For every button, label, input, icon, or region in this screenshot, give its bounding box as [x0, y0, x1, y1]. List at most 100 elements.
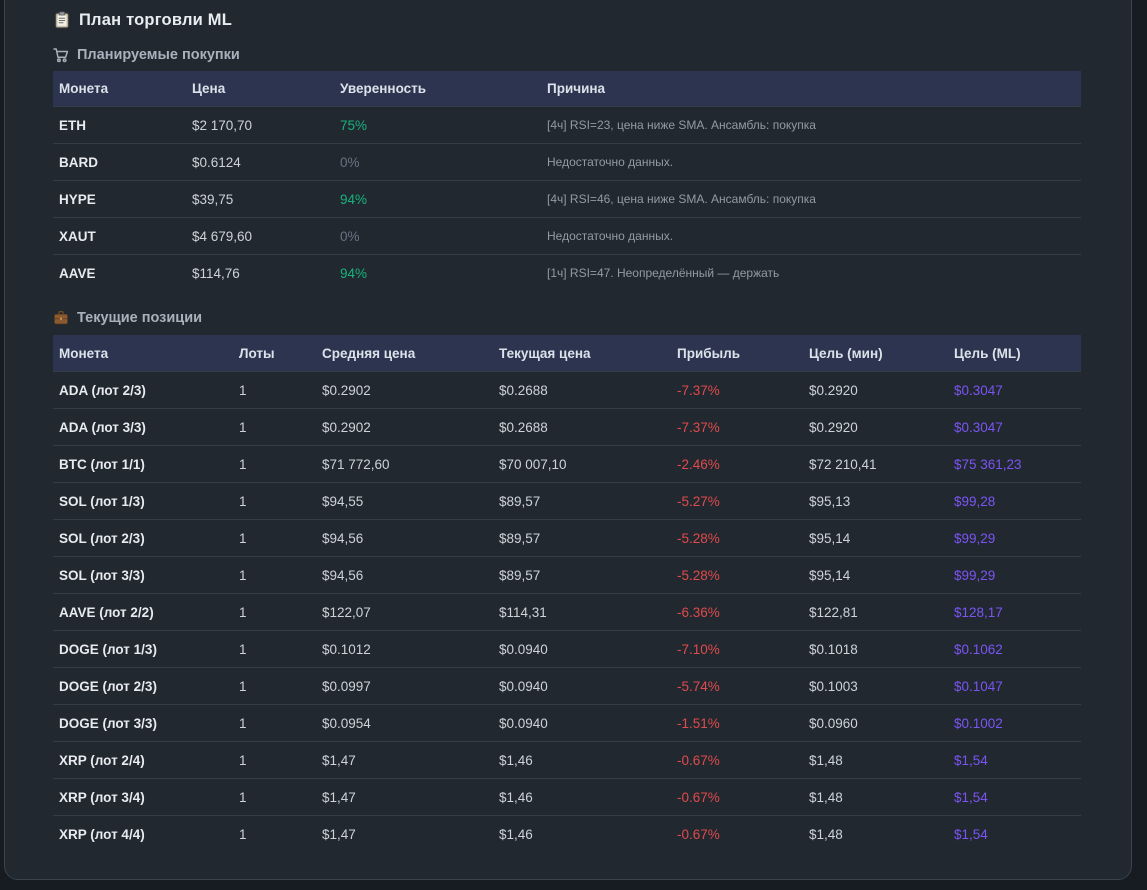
table-row: SOL (лот 2/3) 1 $94,56 $89,57 -5.28% $95…: [53, 519, 1081, 557]
target-min-cell: $95,13: [803, 482, 948, 520]
target-ml-cell: $99,29: [948, 556, 1081, 594]
table-row: ETH $2 170,70 75% [4ч] RSI=23, цена ниже…: [53, 106, 1081, 144]
profit-cell: -2.46%: [671, 445, 803, 483]
table-row: XRP (лот 4/4) 1 $1,47 $1,46 -0.67% $1,48…: [53, 815, 1081, 852]
table-row: SOL (лот 3/3) 1 $94,56 $89,57 -5.28% $95…: [53, 556, 1081, 594]
coin-cell: SOL (лот 3/3): [53, 556, 233, 594]
profit-cell: -5.74%: [671, 667, 803, 705]
lots-cell: 1: [233, 556, 316, 594]
target-ml-cell: $75 361,23: [948, 445, 1081, 483]
cur-price-cell: $0.2688: [493, 408, 671, 446]
reason-cell: Недостаточно данных.: [541, 217, 1081, 255]
reason-cell: [4ч] RSI=23, цена ниже SMA. Ансамбль: по…: [541, 106, 1081, 144]
coin-cell: SOL (лот 2/3): [53, 519, 233, 557]
target-ml-cell: $0.3047: [948, 371, 1081, 409]
lots-cell: 1: [233, 519, 316, 557]
lots-cell: 1: [233, 371, 316, 409]
profit-cell: -7.37%: [671, 408, 803, 446]
table-row: XRP (лот 3/4) 1 $1,47 $1,46 -0.67% $1,48…: [53, 778, 1081, 816]
col-reason: Причина: [547, 81, 606, 96]
positions-header-row: Монета Лоты Средняя цена Текущая цена Пр…: [53, 335, 1081, 372]
price-cell: $0.6124: [186, 143, 334, 181]
coin-cell: ADA (лот 3/3): [53, 408, 233, 446]
avg-price-cell: $1,47: [316, 741, 493, 779]
purchases-header-row: Монета Цена Уверенность Причина: [53, 71, 1081, 107]
coin-cell: XRP (лот 2/4): [53, 741, 233, 779]
profit-cell: -5.28%: [671, 519, 803, 557]
confidence-cell: 75%: [334, 106, 541, 144]
coin-cell: DOGE (лот 3/3): [53, 704, 233, 742]
cur-price-cell: $0.0940: [493, 704, 671, 742]
avg-price-cell: $0.0997: [316, 667, 493, 705]
reason-cell: Недостаточно данных.: [541, 143, 1081, 181]
table-row: DOGE (лот 1/3) 1 $0.1012 $0.0940 -7.10% …: [53, 630, 1081, 668]
target-ml-cell: $1,54: [948, 815, 1081, 852]
positions-table: Монета Лоты Средняя цена Текущая цена Пр…: [53, 335, 1081, 852]
profit-cell: -0.67%: [671, 741, 803, 779]
panel-title-row: План торговли ML: [53, 9, 1083, 31]
lots-cell: 1: [233, 482, 316, 520]
avg-price-cell: $94,56: [316, 556, 493, 594]
target-ml-cell: $1,54: [948, 741, 1081, 779]
target-ml-cell: $99,28: [948, 482, 1081, 520]
target-ml-cell: $0.3047: [948, 408, 1081, 446]
confidence-cell: 0%: [334, 217, 541, 255]
confidence-cell: 94%: [334, 254, 541, 291]
coin-cell: AAVE (лот 2/2): [53, 593, 233, 631]
avg-price-cell: $71 772,60: [316, 445, 493, 483]
cur-price-cell: $1,46: [493, 741, 671, 779]
profit-cell: -0.67%: [671, 778, 803, 816]
lots-cell: 1: [233, 741, 316, 779]
profit-cell: -6.36%: [671, 593, 803, 631]
target-min-cell: $72 210,41: [803, 445, 948, 483]
coin-cell: XRP (лот 4/4): [53, 815, 233, 852]
coin-cell: XRP (лот 3/4): [53, 778, 233, 816]
cur-price-cell: $89,57: [493, 482, 671, 520]
cur-price-cell: $1,46: [493, 815, 671, 852]
table-row: AAVE (лот 2/2) 1 $122,07 $114,31 -6.36% …: [53, 593, 1081, 631]
briefcase-icon: [53, 310, 69, 326]
avg-price-cell: $0.1012: [316, 630, 493, 668]
target-min-cell: $95,14: [803, 556, 948, 594]
profit-cell: -5.28%: [671, 556, 803, 594]
target-ml-cell: $0.1002: [948, 704, 1081, 742]
purchases-section-header: Планируемые покупки: [53, 45, 1083, 65]
lots-cell: 1: [233, 408, 316, 446]
price-cell: $2 170,70: [186, 106, 334, 144]
avg-price-cell: $1,47: [316, 778, 493, 816]
table-row: SOL (лот 1/3) 1 $94,55 $89,57 -5.27% $95…: [53, 482, 1081, 520]
col-profit: Прибыль: [677, 345, 740, 361]
target-ml-cell: $0.1062: [948, 630, 1081, 668]
coin-cell: XAUT: [53, 217, 186, 255]
col-price: Цена: [192, 81, 226, 96]
avg-price-cell: $0.2902: [316, 408, 493, 446]
target-ml-cell: $1,54: [948, 778, 1081, 816]
price-cell: $39,75: [186, 180, 334, 218]
lots-cell: 1: [233, 445, 316, 483]
cur-price-cell: $0.0940: [493, 630, 671, 668]
coin-cell: BTC (лот 1/1): [53, 445, 233, 483]
lots-cell: 1: [233, 815, 316, 852]
lots-cell: 1: [233, 704, 316, 742]
col-confidence: Уверенность: [340, 81, 427, 96]
col-target-min: Цель (мин): [809, 345, 883, 361]
target-min-cell: $1,48: [803, 741, 948, 779]
col-coin: Монета: [59, 345, 109, 361]
trade-plan-panel: План торговли ML Планируемые покупки Мон…: [4, 0, 1132, 880]
col-lots: Лоты: [239, 345, 275, 361]
cur-price-cell: $1,46: [493, 778, 671, 816]
positions-section-title: Текущие позиции: [77, 310, 203, 326]
cur-price-cell: $0.2688: [493, 371, 671, 409]
target-ml-cell: $128,17: [948, 593, 1081, 631]
target-min-cell: $0.2920: [803, 371, 948, 409]
table-row: ADA (лот 2/3) 1 $0.2902 $0.2688 -7.37% $…: [53, 371, 1081, 409]
avg-price-cell: $94,55: [316, 482, 493, 520]
cur-price-cell: $89,57: [493, 556, 671, 594]
confidence-cell: 0%: [334, 143, 541, 181]
cur-price-cell: $114,31: [493, 593, 671, 631]
cur-price-cell: $70 007,10: [493, 445, 671, 483]
cur-price-cell: $89,57: [493, 519, 671, 557]
profit-cell: -5.27%: [671, 482, 803, 520]
table-row: AAVE $114,76 94% [1ч] RSI=47. Неопределё…: [53, 254, 1081, 291]
reason-cell: [1ч] RSI=47. Неопределённый — держать: [541, 254, 1081, 291]
